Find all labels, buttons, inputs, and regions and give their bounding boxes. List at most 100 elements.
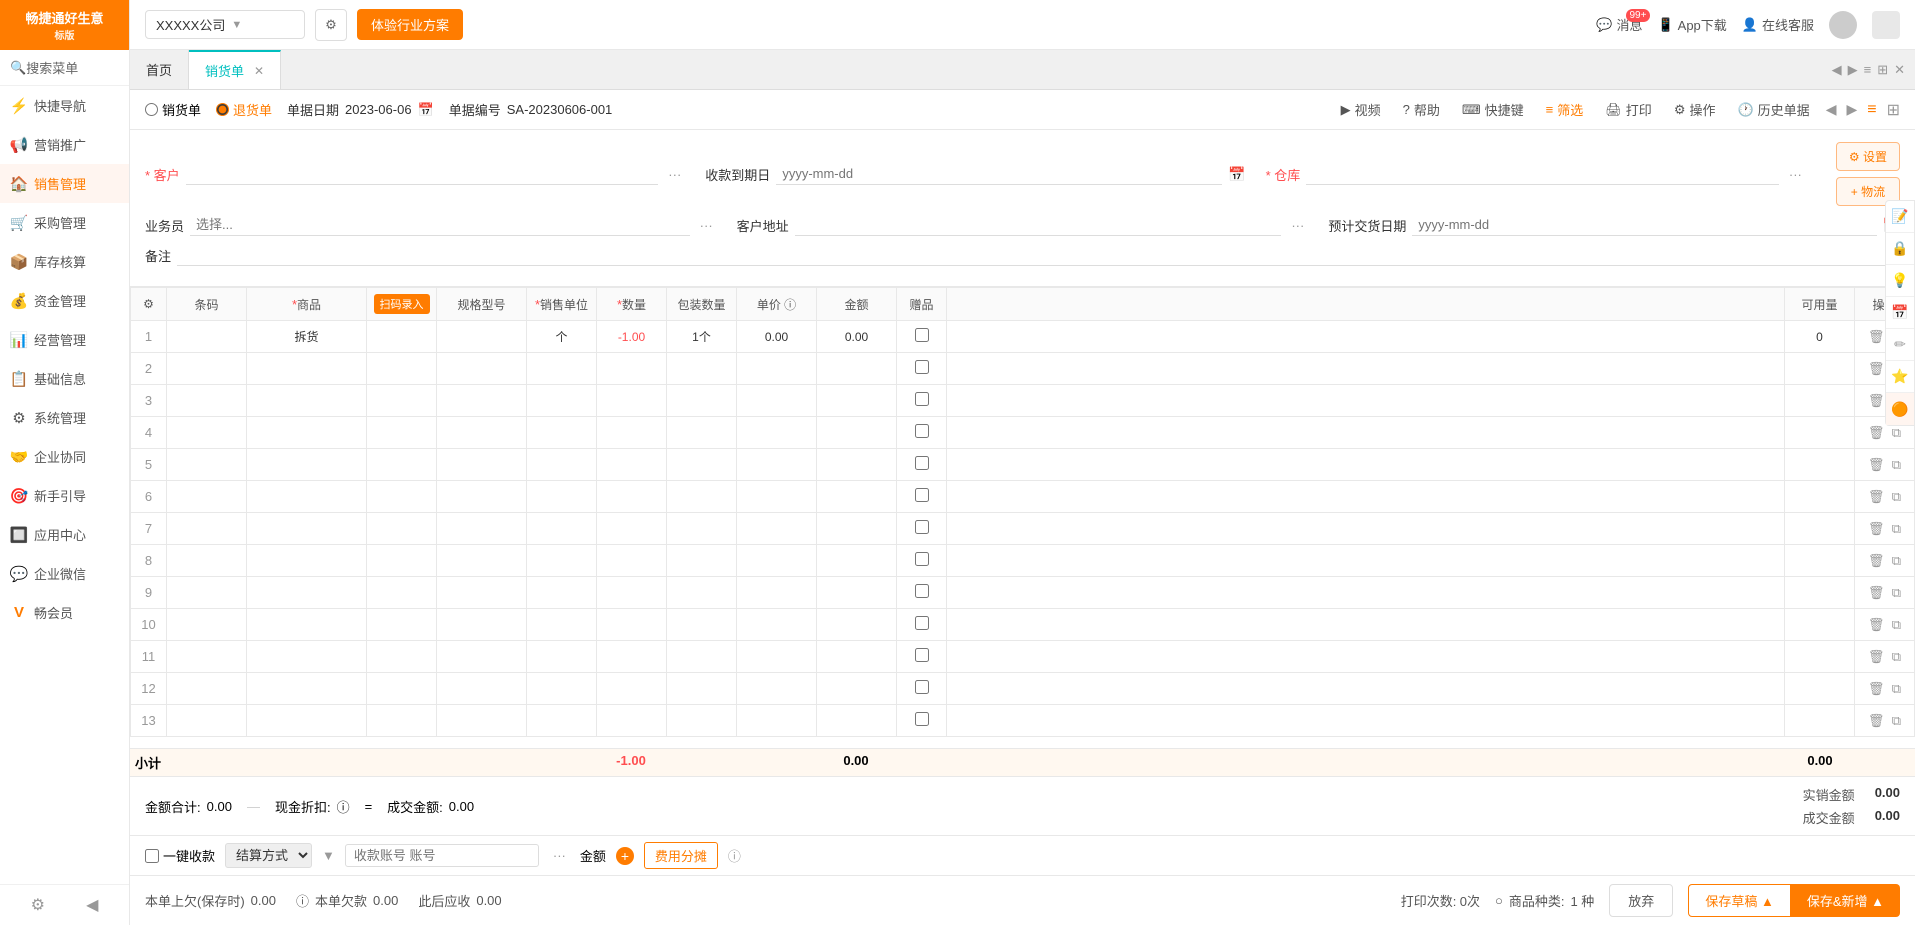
payment-method-dots[interactable]: ▼ xyxy=(322,848,335,863)
row-qty-8[interactable] xyxy=(597,545,667,577)
row-spec-13[interactable] xyxy=(437,705,527,737)
row-gift-10[interactable] xyxy=(897,609,947,641)
customer-input[interactable] xyxy=(186,163,659,185)
row-unit-8[interactable] xyxy=(527,545,597,577)
tab-home[interactable]: 首页 xyxy=(130,50,189,89)
row-price-7[interactable] xyxy=(737,513,817,545)
row-price-9[interactable] xyxy=(737,577,817,609)
row-pkgqty-8[interactable] xyxy=(667,545,737,577)
row-gift-1[interactable] xyxy=(897,321,947,353)
row-amount-3[interactable] xyxy=(817,385,897,417)
row-product-6[interactable] xyxy=(247,481,367,513)
row-copy-11[interactable]: ⧉ xyxy=(1892,649,1901,664)
row-delete-10[interactable]: 🗑 xyxy=(1868,617,1885,632)
one-click-checkbox[interactable] xyxy=(145,849,159,863)
row-unit-10[interactable] xyxy=(527,609,597,641)
row-barcode-4[interactable] xyxy=(167,417,247,449)
row-amount-11[interactable] xyxy=(817,641,897,673)
row-product-12[interactable] xyxy=(247,673,367,705)
help-btn[interactable]: ? 帮助 xyxy=(1397,98,1446,121)
row-spec-1[interactable] xyxy=(437,321,527,353)
row-delete-4[interactable]: 🗑 xyxy=(1868,425,1885,440)
sidebar-item-marketing[interactable]: 📢 营销推广 xyxy=(0,125,129,164)
row-price-10[interactable] xyxy=(737,609,817,641)
row-pkgqty-2[interactable] xyxy=(667,353,737,385)
tab-nav-prev[interactable]: ◀ xyxy=(1832,62,1842,78)
save-new-btn[interactable]: 保存&新增 ▲ xyxy=(1791,884,1900,917)
gift-checkbox-9[interactable] xyxy=(915,584,929,598)
row-barcode-12[interactable] xyxy=(167,673,247,705)
row-pkgqty-5[interactable] xyxy=(667,449,737,481)
row-unit-1[interactable]: 个 xyxy=(527,321,597,353)
app-download-btn[interactable]: 📱 App下载 xyxy=(1657,15,1726,34)
row-delete-2[interactable]: 🗑 xyxy=(1868,361,1885,376)
radio-return-input[interactable] xyxy=(216,103,229,116)
row-copy-4[interactable]: ⧉ xyxy=(1892,425,1901,440)
row-product-13[interactable] xyxy=(247,705,367,737)
customer-dots[interactable]: ··· xyxy=(664,167,685,182)
company-select[interactable]: XXXXX公司 ▼ xyxy=(145,10,305,39)
sidebar-item-membership[interactable]: V 畅会员 xyxy=(0,593,129,632)
header-settings-btn[interactable]: ⚙ xyxy=(315,9,347,41)
product-type-radio-icon[interactable]: ○ xyxy=(1495,893,1503,908)
row-unit-6[interactable] xyxy=(527,481,597,513)
nav-prev-icon[interactable]: ◀ xyxy=(1826,101,1837,118)
nav-next-icon[interactable]: ▶ xyxy=(1846,101,1857,118)
row-delete-11[interactable]: 🗑 xyxy=(1868,649,1885,664)
view-grid-icon[interactable]: ⊞ xyxy=(1887,100,1900,120)
row-gift-7[interactable] xyxy=(897,513,947,545)
gift-checkbox-4[interactable] xyxy=(915,424,929,438)
row-price-1[interactable]: 0.00 xyxy=(737,321,817,353)
row-barcode-5[interactable] xyxy=(167,449,247,481)
payment-account-dots[interactable]: ··· xyxy=(549,848,570,863)
payment-account-input[interactable] xyxy=(345,844,539,867)
row-spec-5[interactable] xyxy=(437,449,527,481)
row-price-4[interactable] xyxy=(737,417,817,449)
row-gift-9[interactable] xyxy=(897,577,947,609)
row-qty-4[interactable] xyxy=(597,417,667,449)
row-qty-3[interactable] xyxy=(597,385,667,417)
row-copy-5[interactable]: ⧉ xyxy=(1892,457,1901,472)
row-product-9[interactable] xyxy=(247,577,367,609)
sidebar-search[interactable]: 🔍 搜索菜单 xyxy=(0,50,129,86)
row-price-12[interactable] xyxy=(737,673,817,705)
tab-nav-next[interactable]: ▶ xyxy=(1848,62,1858,78)
gift-checkbox-13[interactable] xyxy=(915,712,929,726)
row-unit-11[interactable] xyxy=(527,641,597,673)
row-qty-11[interactable] xyxy=(597,641,667,673)
settings-icon[interactable]: ⚙ xyxy=(31,895,45,915)
sidebar-item-basics[interactable]: 📋 基础信息 xyxy=(0,359,129,398)
tab-sales-order[interactable]: 销货单 ✕ xyxy=(189,50,281,89)
calendar-icon[interactable]: 📅 xyxy=(418,102,434,118)
row-amount-13[interactable] xyxy=(817,705,897,737)
float-btn-edit[interactable]: ✏ xyxy=(1886,329,1914,361)
radio-sales-input[interactable] xyxy=(145,103,158,116)
row-spec-11[interactable] xyxy=(437,641,527,673)
tab-close-all[interactable]: ✕ xyxy=(1894,62,1905,78)
row-amount-2[interactable] xyxy=(817,353,897,385)
sidebar-item-inventory[interactable]: 📦 库存核算 xyxy=(0,242,129,281)
gift-checkbox-6[interactable] xyxy=(915,488,929,502)
row-pkgqty-11[interactable] xyxy=(667,641,737,673)
row-barcode-13[interactable] xyxy=(167,705,247,737)
gift-checkbox-5[interactable] xyxy=(915,456,929,470)
sidebar-item-enterprise[interactable]: 🤝 企业协同 xyxy=(0,437,129,476)
row-spec-6[interactable] xyxy=(437,481,527,513)
notes-input[interactable] xyxy=(177,244,1900,266)
row-spec-7[interactable] xyxy=(437,513,527,545)
print-btn[interactable]: 🖨 打印 xyxy=(1599,98,1658,121)
row-spec-4[interactable] xyxy=(437,417,527,449)
row-spec-2[interactable] xyxy=(437,353,527,385)
row-copy-7[interactable]: ⧉ xyxy=(1892,521,1901,536)
customer-addr-dots[interactable]: ··· xyxy=(1287,218,1308,233)
row-pkgqty-1[interactable]: 1个 xyxy=(667,321,737,353)
row-product-1[interactable]: 拆货 xyxy=(247,321,367,353)
row-barcode-11[interactable] xyxy=(167,641,247,673)
float-btn-star[interactable]: ⭐ xyxy=(1886,361,1914,393)
row-product-8[interactable] xyxy=(247,545,367,577)
row-spec-8[interactable] xyxy=(437,545,527,577)
shortcut-btn[interactable]: ⌨ 快捷键 xyxy=(1456,98,1530,121)
sidebar-item-sales-mgmt[interactable]: 🏠 销售管理 xyxy=(0,164,129,203)
row-delete-8[interactable]: 🗑 xyxy=(1868,553,1885,568)
row-delete-13[interactable]: 🗑 xyxy=(1868,713,1885,728)
